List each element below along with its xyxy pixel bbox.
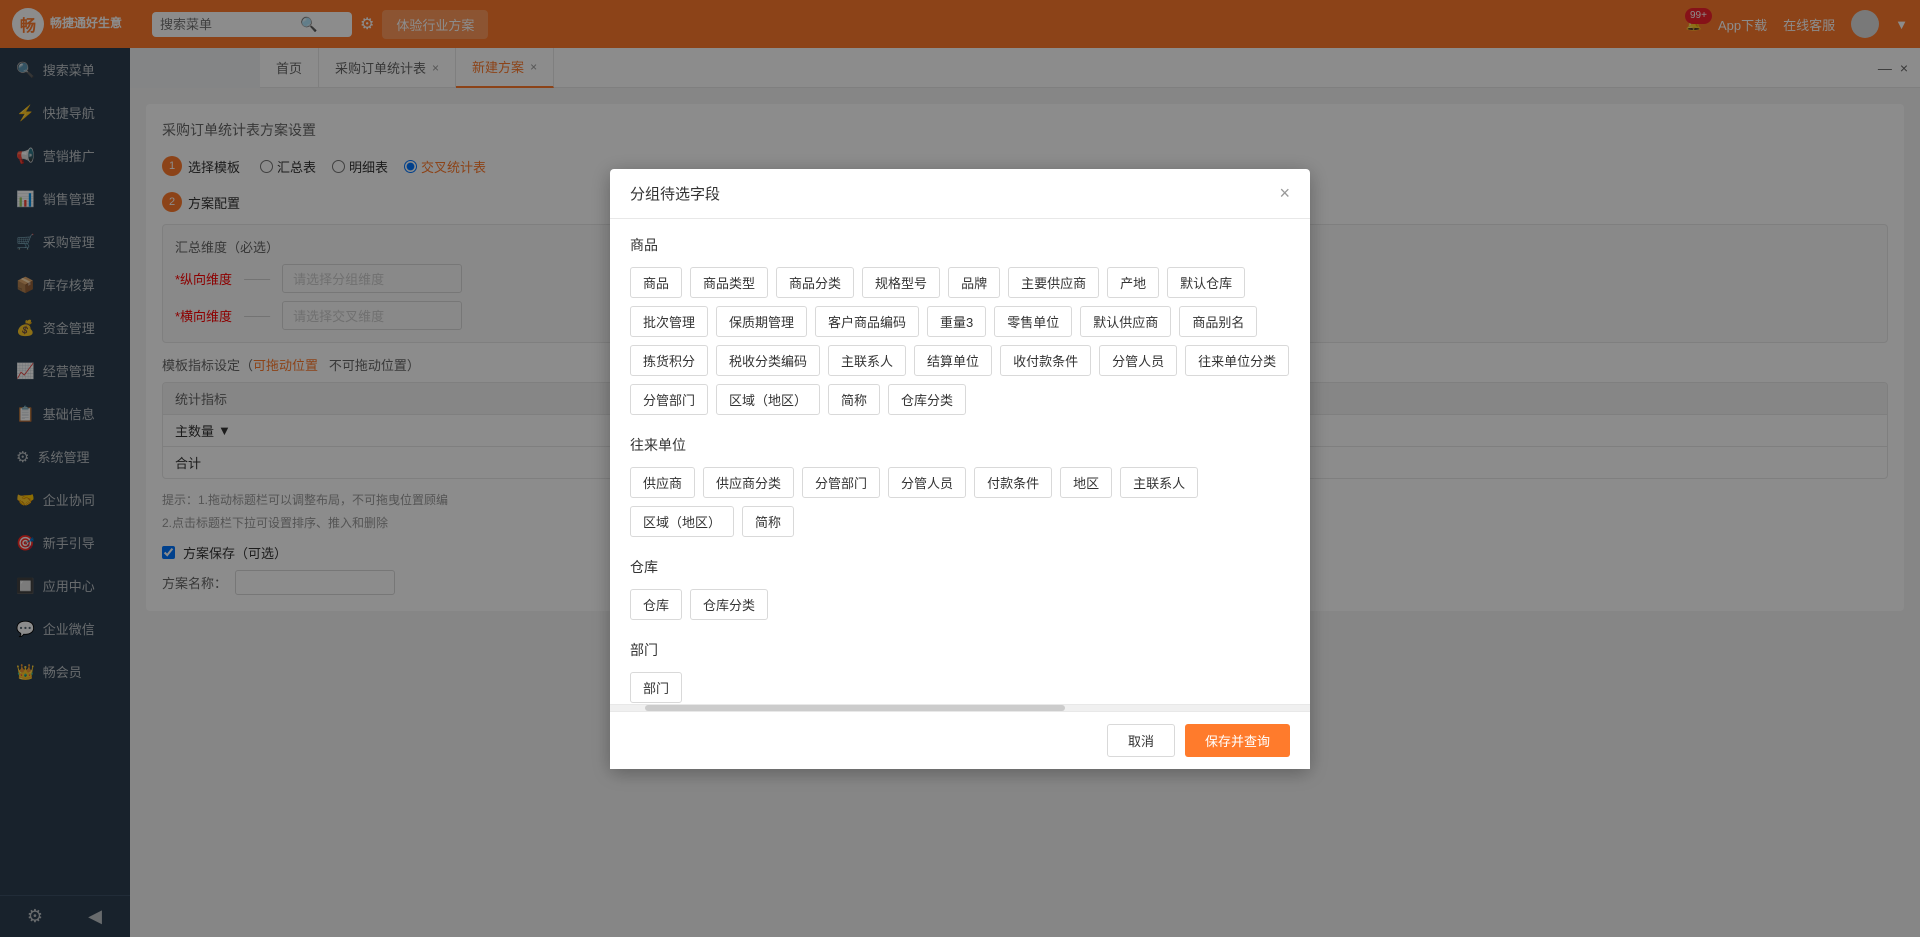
field-payment-terms[interactable]: 收付款条件 (1000, 345, 1091, 376)
field-abbr2[interactable]: 简称 (742, 506, 794, 537)
field-abbr[interactable]: 简称 (828, 384, 880, 415)
confirm-button[interactable]: 保存并查询 (1185, 724, 1290, 757)
field-goods[interactable]: 商品 (630, 267, 682, 298)
section-goods: 商品 商品 商品类型 商品分类 规格型号 品牌 主要供应商 产地 默认仓库 批次… (630, 235, 1290, 415)
field-main-contact2[interactable]: 主联系人 (1120, 467, 1198, 498)
field-default-supplier[interactable]: 默认供应商 (1080, 306, 1171, 337)
field-main-supplier[interactable]: 主要供应商 (1008, 267, 1099, 298)
dialog-body: 商品 商品 商品类型 商品分类 规格型号 品牌 主要供应商 产地 默认仓库 批次… (610, 219, 1310, 704)
dialog-header: 分组待选字段 × (610, 169, 1310, 219)
section-partner-title: 往来单位 (630, 435, 1290, 455)
section-warehouse-fields: 仓库 仓库分类 (630, 589, 1290, 620)
section-goods-title: 商品 (630, 235, 1290, 255)
section-warehouse-title: 仓库 (630, 557, 1290, 577)
field-region[interactable]: 区域（地区） (716, 384, 820, 415)
section-dept: 部门 部门 (630, 640, 1290, 703)
field-warehouse-category[interactable]: 仓库分类 (888, 384, 966, 415)
field-brand[interactable]: 品牌 (948, 267, 1000, 298)
section-dept-fields: 部门 (630, 672, 1290, 703)
field-origin[interactable]: 产地 (1107, 267, 1159, 298)
field-batch-mgmt[interactable]: 批次管理 (630, 306, 708, 337)
field-pay-terms[interactable]: 付款条件 (974, 467, 1052, 498)
field-customer-code[interactable]: 客户商品编码 (815, 306, 919, 337)
field-settlement-unit[interactable]: 结算单位 (914, 345, 992, 376)
field-spec-model[interactable]: 规格型号 (862, 267, 940, 298)
field-tax-code[interactable]: 税收分类编码 (716, 345, 820, 376)
field-default-warehouse[interactable]: 默认仓库 (1167, 267, 1245, 298)
dialog-footer: 取消 保存并查询 (610, 711, 1310, 769)
section-partner-fields: 供应商 供应商分类 分管部门 分管人员 付款条件 地区 主联系人 区域（地区） … (630, 467, 1290, 537)
dialog: 分组待选字段 × 商品 商品 商品类型 商品分类 规格型号 (610, 169, 1310, 769)
field-manager[interactable]: 分管人员 (1099, 345, 1177, 376)
section-dept-title: 部门 (630, 640, 1290, 660)
field-region2[interactable]: 区域（地区） (630, 506, 734, 537)
field-goods-type[interactable]: 商品类型 (690, 267, 768, 298)
field-pick-points[interactable]: 拣货积分 (630, 345, 708, 376)
main-content: 采购订单统计表方案设置 1 选择模板 汇总表 明细表 (130, 88, 1920, 937)
field-warehouse[interactable]: 仓库 (630, 589, 682, 620)
field-partner-category[interactable]: 往来单位分类 (1185, 345, 1289, 376)
field-goods-category[interactable]: 商品分类 (776, 267, 854, 298)
section-goods-fields: 商品 商品类型 商品分类 规格型号 品牌 主要供应商 产地 默认仓库 批次管理 … (630, 267, 1290, 415)
field-partner-manager[interactable]: 分管人员 (888, 467, 966, 498)
dialog-horizontal-scrollbar[interactable] (610, 704, 1310, 711)
field-main-contact[interactable]: 主联系人 (828, 345, 906, 376)
field-dept[interactable]: 分管部门 (630, 384, 708, 415)
field-goods-alias[interactable]: 商品别名 (1179, 306, 1257, 337)
field-shelf-life[interactable]: 保质期管理 (716, 306, 807, 337)
field-supplier[interactable]: 供应商 (630, 467, 695, 498)
field-supplier-category[interactable]: 供应商分类 (703, 467, 794, 498)
cancel-button[interactable]: 取消 (1107, 724, 1175, 757)
dialog-close-button[interactable]: × (1279, 183, 1290, 204)
section-partner: 往来单位 供应商 供应商分类 分管部门 分管人员 付款条件 地区 主联系人 区域… (630, 435, 1290, 537)
field-weight[interactable]: 重量3 (927, 306, 986, 337)
section-warehouse: 仓库 仓库 仓库分类 (630, 557, 1290, 620)
field-partner-dept[interactable]: 分管部门 (802, 467, 880, 498)
dialog-overlay: 分组待选字段 × 商品 商品 商品类型 商品分类 规格型号 (130, 88, 1920, 937)
field-department[interactable]: 部门 (630, 672, 682, 703)
dialog-title: 分组待选字段 (630, 183, 720, 204)
field-retail-unit[interactable]: 零售单位 (994, 306, 1072, 337)
field-wh-category[interactable]: 仓库分类 (690, 589, 768, 620)
field-area[interactable]: 地区 (1060, 467, 1112, 498)
